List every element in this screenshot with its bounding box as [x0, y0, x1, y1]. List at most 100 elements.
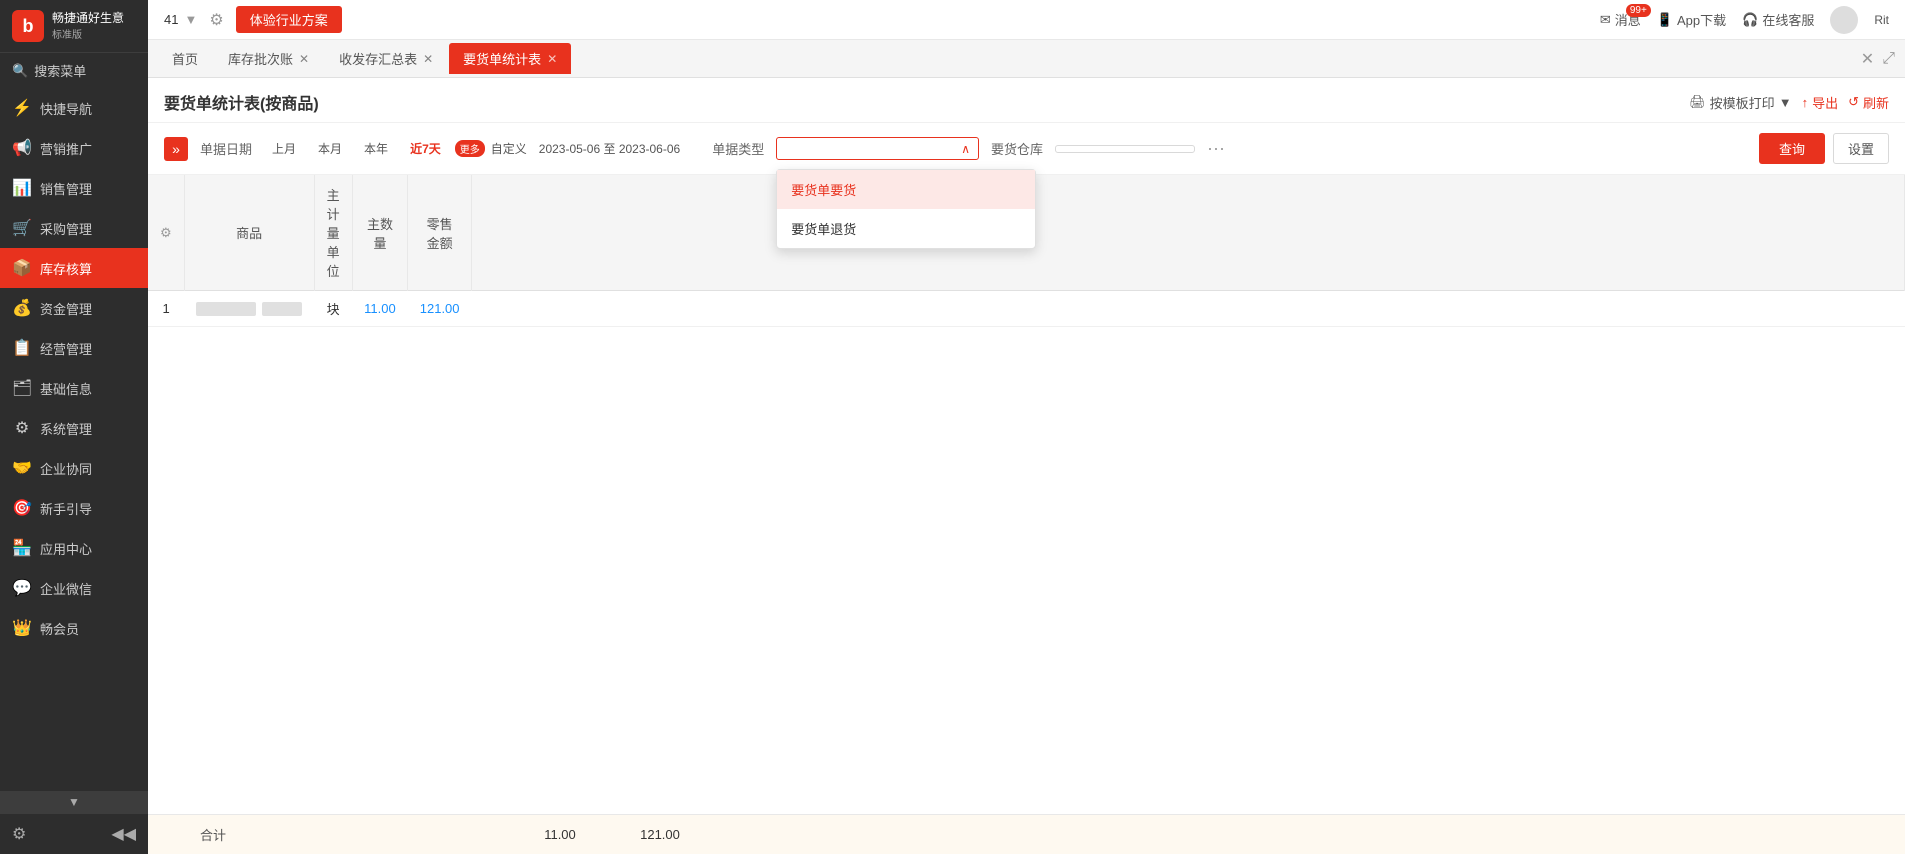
- collapse-icon[interactable]: ◀◀: [111, 824, 136, 844]
- user-avatar[interactable]: [1830, 6, 1858, 34]
- sidebar-item-inventory[interactable]: 📦 库存核算: [0, 248, 148, 288]
- search-icon: 🔍: [12, 63, 28, 79]
- enterprise-icon: 🤝: [12, 458, 32, 478]
- print-template-btn[interactable]: 🖨 按模板打印 ▼: [1689, 93, 1791, 112]
- cell-seq: 1: [148, 291, 184, 327]
- settings-icon[interactable]: ⚙: [12, 824, 26, 844]
- quantity-link[interactable]: 11.00: [364, 301, 396, 316]
- dropdown-item-return[interactable]: 要货单退货: [777, 209, 1035, 248]
- newbie-icon: 🎯: [12, 498, 32, 518]
- inventory-icon: 📦: [12, 258, 32, 278]
- table-footer: 合计 11.00 121.00: [148, 814, 1905, 854]
- tab-receipt-summary[interactable]: 收发存汇总表 ✕: [325, 43, 447, 74]
- online-service-btn[interactable]: 🎧 在线客服: [1742, 10, 1814, 29]
- sidebar-item-inventory-label: 库存核算: [40, 259, 92, 278]
- warehouse-filter-label: 要货仓库: [991, 139, 1043, 158]
- type-dropdown-menu: 要货单要货 要货单退货: [776, 169, 1036, 249]
- refresh-btn[interactable]: ↺ 刷新: [1848, 93, 1889, 112]
- page-header: 要货单统计表(按商品) 🖨 按模板打印 ▼ ↑ 导出 ↺ 刷新: [148, 78, 1905, 123]
- sidebar-item-member[interactable]: 👑 畅会员: [0, 608, 148, 648]
- date-btn-this-month[interactable]: 本月: [310, 137, 350, 160]
- cell-amount: 121.00: [408, 291, 472, 327]
- marketing-icon: 📢: [12, 138, 32, 158]
- type-filter-input[interactable]: [785, 141, 961, 156]
- col-quantity: 主数量: [352, 175, 408, 291]
- tab-close-all-icon[interactable]: ✕: [1861, 49, 1874, 69]
- sidebar-item-newbie[interactable]: 🎯 新手引导: [0, 488, 148, 528]
- date-btn-7days[interactable]: 近7天: [402, 137, 449, 160]
- setting-button[interactable]: 设置: [1833, 133, 1889, 164]
- filter-more-badge[interactable]: 更多: [455, 140, 485, 157]
- tab-receipt-close[interactable]: ✕: [423, 52, 433, 66]
- date-btn-custom[interactable]: 自定义: [491, 140, 527, 157]
- filter-more-options-btn[interactable]: ···: [1207, 138, 1225, 159]
- member-icon: 👑: [12, 618, 32, 638]
- col-gear-icon[interactable]: ⚙: [160, 225, 172, 240]
- content-area: 要货单统计表(按商品) 🖨 按模板打印 ▼ ↑ 导出 ↺ 刷新 »: [148, 78, 1905, 854]
- sidebar-item-appstore[interactable]: 🏪 应用中心: [0, 528, 148, 568]
- logo-text: 畅捷通好生意: [52, 11, 124, 27]
- tab-batch-close[interactable]: ✕: [299, 52, 309, 66]
- sidebar-item-sales[interactable]: 📊 销售管理: [0, 168, 148, 208]
- sidebar-search[interactable]: 🔍 搜索菜单: [0, 53, 148, 88]
- footer-totals: 11.00 121.00: [360, 827, 1893, 842]
- company-selector[interactable]: 41 ▼: [164, 12, 197, 27]
- sidebar: b 畅捷通好生意 标准版 🔍 搜索菜单 ⚡ 快捷导航 📢 营销推广 📊 销售管理…: [0, 0, 148, 854]
- amount-link[interactable]: 121.00: [420, 301, 460, 316]
- dropdown-item-order[interactable]: 要货单要货: [777, 170, 1035, 209]
- tab-order-stats[interactable]: 要货单统计表 ✕: [449, 43, 571, 74]
- tab-maximize-icon[interactable]: ⤢: [1882, 50, 1895, 68]
- filter-actions: 查询 设置: [1759, 133, 1889, 164]
- system-icon: ⚙: [12, 418, 32, 438]
- table-wrapper: ⚙ 商品 主计量单位 主数量 零售金额 1: [148, 175, 1905, 814]
- sidebar-item-sales-label: 销售管理: [40, 179, 92, 198]
- trial-button[interactable]: 体验行业方案: [236, 6, 342, 33]
- warehouse-filter-input[interactable]: [1055, 145, 1195, 153]
- sidebar-item-operations[interactable]: 📋 经营管理: [0, 328, 148, 368]
- tab-home[interactable]: 首页: [158, 43, 212, 74]
- tab-batch[interactable]: 库存批次账 ✕: [214, 43, 323, 74]
- query-button[interactable]: 查询: [1759, 133, 1825, 164]
- sidebar-nav: ⚡ 快捷导航 📢 营销推广 📊 销售管理 🛒 采购管理 📦 库存核算 💰 资金管…: [0, 88, 148, 791]
- sidebar-item-wechat[interactable]: 💬 企业微信: [0, 568, 148, 608]
- date-btn-last-month[interactable]: 上月: [264, 137, 304, 160]
- sidebar-item-enterprise[interactable]: 🤝 企业协同: [0, 448, 148, 488]
- sidebar-search-label: 搜索菜单: [34, 61, 86, 80]
- top-header: 41 ▼ ⚙ 体验行业方案 ✉ 消息 99+ 📱 App下载 🎧 在线客服 Ri…: [148, 0, 1905, 40]
- export-btn[interactable]: ↑ 导出: [1802, 93, 1839, 112]
- footer-total-label: 合计: [160, 825, 360, 844]
- filter-date-range: 2023-05-06 至 2023-06-06: [539, 140, 680, 157]
- tab-order-stats-close[interactable]: ✕: [547, 52, 557, 66]
- filter-bar: » 单据日期 上月 本月 本年 近7天 更多 自定义 2023-05-06 至 …: [148, 123, 1905, 175]
- sidebar-item-system[interactable]: ⚙ 系统管理: [0, 408, 148, 448]
- type-filter-select[interactable]: ∧: [776, 137, 979, 160]
- cell-quantity: 11.00: [352, 291, 408, 327]
- sidebar-item-purchase[interactable]: 🛒 采购管理: [0, 208, 148, 248]
- export-label: 导出: [1812, 93, 1838, 112]
- sidebar-item-system-label: 系统管理: [40, 419, 92, 438]
- header-gear-icon[interactable]: ⚙: [209, 10, 223, 30]
- quick-icon: ⚡: [12, 98, 32, 118]
- sidebar-item-marketing[interactable]: 📢 营销推广: [0, 128, 148, 168]
- scroll-down-arrow[interactable]: ▼: [68, 795, 80, 809]
- page-title: 要货单统计表(按商品): [164, 90, 319, 114]
- online-service-label: 在线客服: [1762, 10, 1814, 29]
- tab-bar: 首页 库存批次账 ✕ 收发存汇总表 ✕ 要货单统计表 ✕ ✕ ⤢: [148, 40, 1905, 78]
- sidebar-logo: b 畅捷通好生意 标准版: [0, 0, 148, 53]
- sidebar-scroll-btn[interactable]: ▼: [0, 791, 148, 813]
- logo-icon: b: [12, 10, 44, 42]
- app-download-btn[interactable]: 📱 App下载: [1657, 10, 1726, 29]
- messages-btn[interactable]: ✉ 消息 99+: [1600, 10, 1641, 29]
- page-actions: 🖨 按模板打印 ▼ ↑ 导出 ↺ 刷新: [1689, 93, 1889, 112]
- sidebar-item-finance[interactable]: 💰 资金管理: [0, 288, 148, 328]
- col-unit: 主计量单位: [314, 175, 352, 291]
- date-btn-this-year[interactable]: 本年: [356, 137, 396, 160]
- sidebar-item-quick[interactable]: ⚡ 快捷导航: [0, 88, 148, 128]
- col-amount: 零售金额: [408, 175, 472, 291]
- filter-expand-btn[interactable]: »: [164, 137, 188, 161]
- sidebar-item-basic[interactable]: 🗂 基础信息: [0, 368, 148, 408]
- print-dropdown-icon: ▼: [1779, 95, 1792, 110]
- col-settings[interactable]: ⚙: [148, 175, 184, 291]
- cell-extra: [472, 291, 1905, 327]
- company-num: 41: [164, 12, 178, 27]
